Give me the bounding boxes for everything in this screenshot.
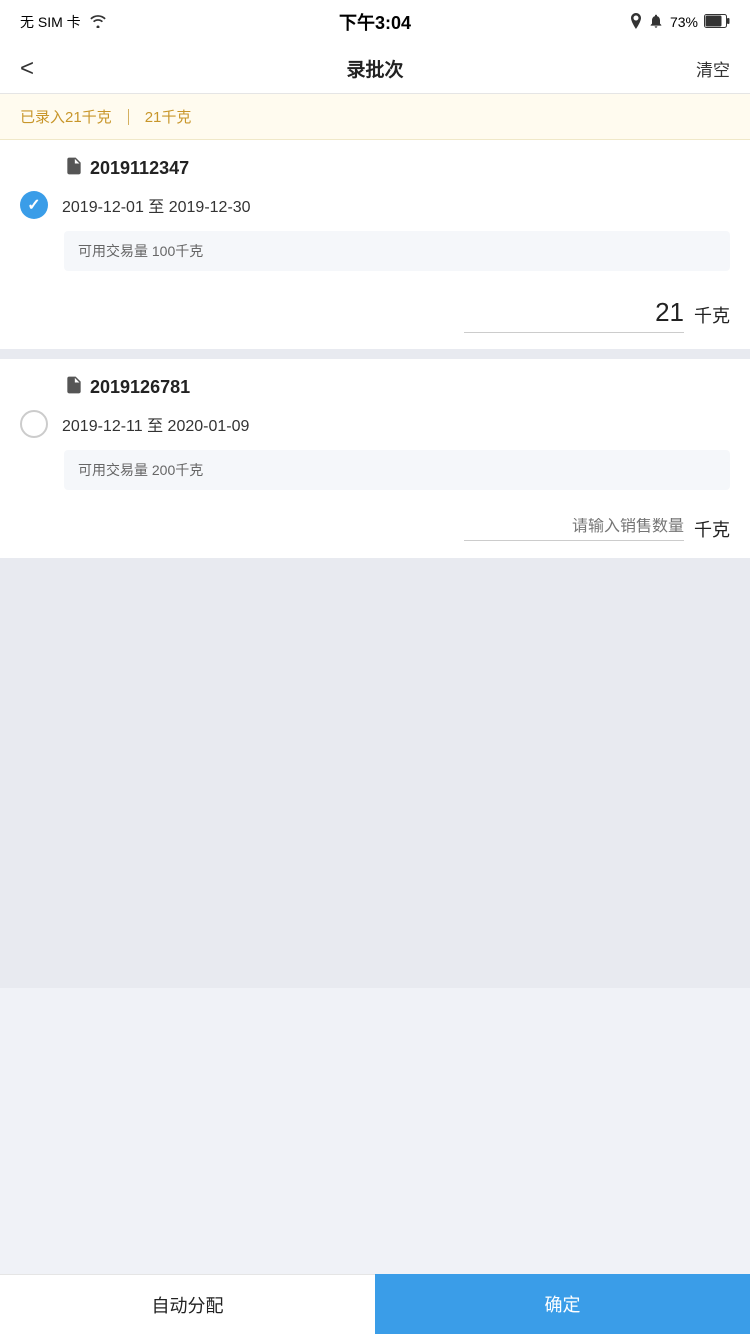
info-label: 已录入21千克 xyxy=(20,106,112,127)
location-icon xyxy=(630,13,642,32)
amount-input-2[interactable] xyxy=(484,518,684,536)
batch-id-icon-1 xyxy=(64,156,84,181)
batch-avail-box-2: 可用交易量 200千克 xyxy=(64,450,730,490)
batch-id-text-2: 2019126781 xyxy=(90,377,190,398)
amount-line-2 xyxy=(464,540,684,541)
check-icon-1: ✓ xyxy=(27,195,40,215)
batch-id-icon-2 xyxy=(64,375,84,400)
radio-unselected-2[interactable] xyxy=(20,410,48,438)
amount-field-2[interactable] xyxy=(20,518,684,541)
status-time: 下午3:04 xyxy=(339,9,411,35)
page-title: 录批次 xyxy=(346,55,403,82)
batch-item-2: 2019126781 2019-12-11 至 2020-01-09 可用交易量… xyxy=(0,359,750,558)
amount-line-1 xyxy=(464,332,684,333)
amount-field-1[interactable]: 21 xyxy=(20,297,684,333)
batch-date-row-1[interactable]: ✓ 2019-12-01 至 2019-12-30 xyxy=(20,191,730,219)
back-button[interactable]: < xyxy=(20,47,42,91)
info-divider xyxy=(128,109,129,125)
alarm-icon xyxy=(648,13,664,32)
section-separator-1 xyxy=(0,349,750,359)
batch-item-1: 2019112347 ✓ 2019-12-01 至 2019-12-30 可用交… xyxy=(0,140,750,349)
bottom-spacer xyxy=(0,988,750,1048)
radio-selected-1[interactable]: ✓ xyxy=(20,191,48,219)
clear-button[interactable]: 清空 xyxy=(696,56,730,81)
batch-avail-text-1: 可用交易量 100千克 xyxy=(78,243,203,259)
batch-avail-box-1: 可用交易量 100千克 xyxy=(64,231,730,271)
battery-text: 73% xyxy=(670,14,698,30)
amount-unit-1: 千克 xyxy=(694,302,730,328)
status-right: 73% xyxy=(630,13,730,32)
auto-distribute-button[interactable]: 自动分配 xyxy=(0,1274,375,1334)
info-banner: 已录入21千克 21千克 xyxy=(0,94,750,140)
nav-bar: < 录批次 清空 xyxy=(0,44,750,94)
amount-value-1: 21 xyxy=(655,297,684,328)
wifi-icon xyxy=(89,14,107,31)
batch-id-text-1: 2019112347 xyxy=(90,158,189,179)
status-bar: 无 SIM 卡 下午3:04 73% xyxy=(0,0,750,44)
gray-area xyxy=(0,558,750,988)
no-sim-text: 无 SIM 卡 xyxy=(20,12,81,32)
batch-id-row-1: 2019112347 xyxy=(20,156,730,181)
amount-unit-2: 千克 xyxy=(694,516,730,542)
battery-icon xyxy=(704,14,730,31)
batch-date-row-2[interactable]: 2019-12-11 至 2020-01-09 xyxy=(20,410,730,438)
bottom-bar: 自动分配 确定 xyxy=(0,1274,750,1334)
batch-date-text-2: 2019-12-11 至 2020-01-09 xyxy=(62,412,249,436)
status-left: 无 SIM 卡 xyxy=(20,12,107,32)
batch-date-text-1: 2019-12-01 至 2019-12-30 xyxy=(62,193,251,217)
batch-id-row-2: 2019126781 xyxy=(20,375,730,400)
batch-avail-text-2: 可用交易量 200千克 xyxy=(78,462,203,478)
confirm-button[interactable]: 确定 xyxy=(375,1274,750,1334)
info-value: 21千克 xyxy=(145,106,192,127)
